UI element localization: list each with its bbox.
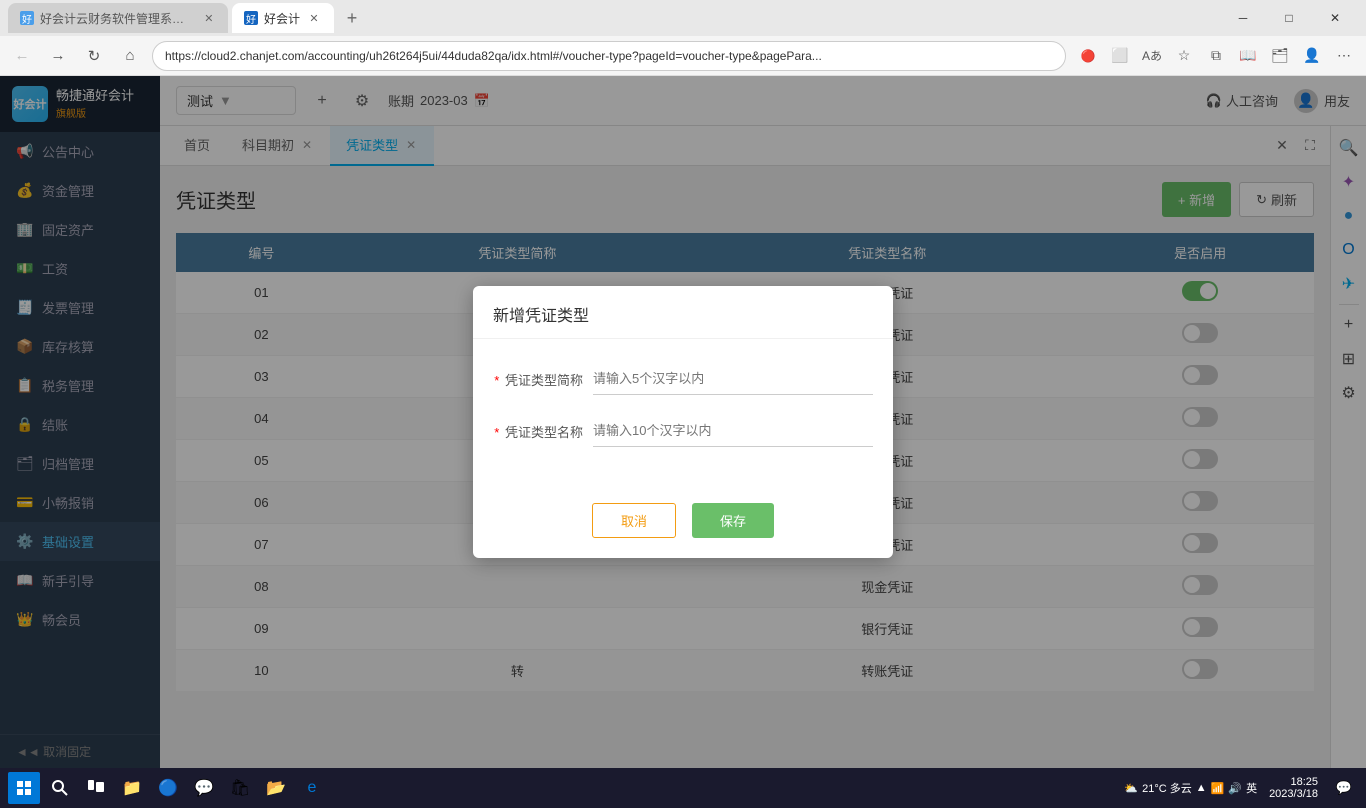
modal-overlay: 新增凭证类型 * 凭证类型简称 * 凭证类型名称 取消 bbox=[0, 76, 1366, 768]
favorites-btn[interactable]: ☆ bbox=[1170, 42, 1198, 70]
save-button[interactable]: 保存 bbox=[692, 503, 774, 538]
weather-icon: ⛅ bbox=[1124, 782, 1138, 795]
profile-btn[interactable]: 👤 bbox=[1298, 42, 1326, 70]
modal-body: * 凭证类型简称 * 凭证类型名称 bbox=[473, 339, 893, 491]
tab1-close[interactable]: ✕ bbox=[202, 10, 216, 26]
abbr-input[interactable] bbox=[593, 363, 873, 395]
browser-tab-bar: 好 好会计云财务软件管理系统_会计 ✕ 好 好会计 ✕ + ─ □ ✕ bbox=[0, 0, 1366, 36]
extensions-btn[interactable]: 🔴 bbox=[1074, 42, 1102, 70]
start-button[interactable] bbox=[8, 772, 40, 804]
required-star: * bbox=[494, 373, 499, 388]
time-display: 18:25 bbox=[1269, 776, 1318, 788]
taskbar-system-tray: ⛅ 21°C 多云 ▲ 📶 🔊 英 bbox=[1124, 780, 1257, 796]
wifi-icon: 📶 bbox=[1211, 782, 1225, 795]
modal-footer: 取消 保存 bbox=[473, 491, 893, 558]
volume-icon: 🔊 bbox=[1228, 782, 1242, 795]
translate-btn[interactable]: Aあ bbox=[1138, 42, 1166, 70]
collections-btn[interactable]: 🗂 bbox=[1266, 42, 1294, 70]
tab1-label: 好会计云财务软件管理系统_会计 bbox=[40, 10, 196, 27]
forward-button[interactable]: → bbox=[44, 42, 72, 70]
tab2-close[interactable]: ✕ bbox=[306, 10, 322, 26]
notification-button[interactable]: 💬 bbox=[1330, 774, 1358, 802]
home-button[interactable]: ⌂ bbox=[116, 42, 144, 70]
tab1-favicon: 好 bbox=[20, 11, 34, 25]
taskbar-win-store[interactable]: 🛍 bbox=[226, 774, 254, 802]
maximize-button[interactable]: □ bbox=[1266, 0, 1312, 36]
browser-tab-1[interactable]: 好 好会计云财务软件管理系统_会计 ✕ bbox=[8, 3, 228, 33]
modal-title: 新增凭证类型 bbox=[493, 308, 589, 325]
form-row-abbr: * 凭证类型简称 bbox=[493, 363, 873, 395]
taskbar-search[interactable] bbox=[46, 774, 74, 802]
taskbar: 📁 🔵 💬 🛍 📂 e ⛅ 21°C 多云 ▲ 📶 🔊 英 18:25 2023… bbox=[0, 768, 1366, 808]
cancel-button[interactable]: 取消 bbox=[592, 503, 676, 538]
modal-header: 新增凭证类型 bbox=[473, 286, 893, 339]
new-voucher-modal: 新增凭证类型 * 凭证类型简称 * 凭证类型名称 取消 bbox=[473, 286, 893, 558]
lang-indicator[interactable]: 英 bbox=[1246, 780, 1257, 796]
date-display: 2023/3/18 bbox=[1269, 788, 1318, 800]
tab2-favicon: 好 bbox=[244, 11, 258, 25]
new-tab-button[interactable]: + bbox=[338, 4, 366, 32]
taskbar-task-view[interactable] bbox=[82, 774, 110, 802]
required-star2: * bbox=[494, 425, 499, 440]
split-btn[interactable]: ⧉ bbox=[1202, 42, 1230, 70]
addons-btn[interactable]: ⬜ bbox=[1106, 42, 1134, 70]
reload-button[interactable]: ↻ bbox=[80, 42, 108, 70]
taskbar-chrome[interactable]: 🔵 bbox=[154, 774, 182, 802]
tab2-label: 好会计 bbox=[264, 10, 300, 27]
reading-btn[interactable]: 📖 bbox=[1234, 42, 1262, 70]
taskbar-explorer[interactable]: 📁 bbox=[118, 774, 146, 802]
name-input[interactable] bbox=[593, 415, 873, 447]
address-input[interactable] bbox=[152, 41, 1066, 71]
browser-tab-2[interactable]: 好 好会计 ✕ bbox=[232, 3, 334, 33]
minimize-button[interactable]: ─ bbox=[1220, 0, 1266, 36]
browser-toolbar: 🔴 ⬜ Aあ ☆ ⧉ 📖 🗂 👤 ⋯ bbox=[1074, 42, 1358, 70]
back-button[interactable]: ← bbox=[8, 42, 36, 70]
weather-temp: 21°C 多云 bbox=[1142, 780, 1192, 796]
taskbar-files[interactable]: 📂 bbox=[262, 774, 290, 802]
address-bar: ← → ↻ ⌂ 🔴 ⬜ Aあ ☆ ⧉ 📖 🗂 👤 ⋯ bbox=[0, 36, 1366, 76]
window-controls: ─ □ ✕ bbox=[1220, 0, 1358, 36]
taskbar-wechat[interactable]: 💬 bbox=[190, 774, 218, 802]
taskbar-edge[interactable]: e bbox=[298, 774, 326, 802]
name-label: * 凭证类型名称 bbox=[493, 422, 593, 441]
menu-btn[interactable]: ⋯ bbox=[1330, 42, 1358, 70]
form-row-name: * 凭证类型名称 bbox=[493, 415, 873, 447]
close-button[interactable]: ✕ bbox=[1312, 0, 1358, 36]
network-icon[interactable]: ▲ bbox=[1196, 782, 1207, 794]
abbr-label: * 凭证类型简称 bbox=[493, 370, 593, 389]
taskbar-time[interactable]: 18:25 2023/3/18 bbox=[1261, 776, 1326, 800]
